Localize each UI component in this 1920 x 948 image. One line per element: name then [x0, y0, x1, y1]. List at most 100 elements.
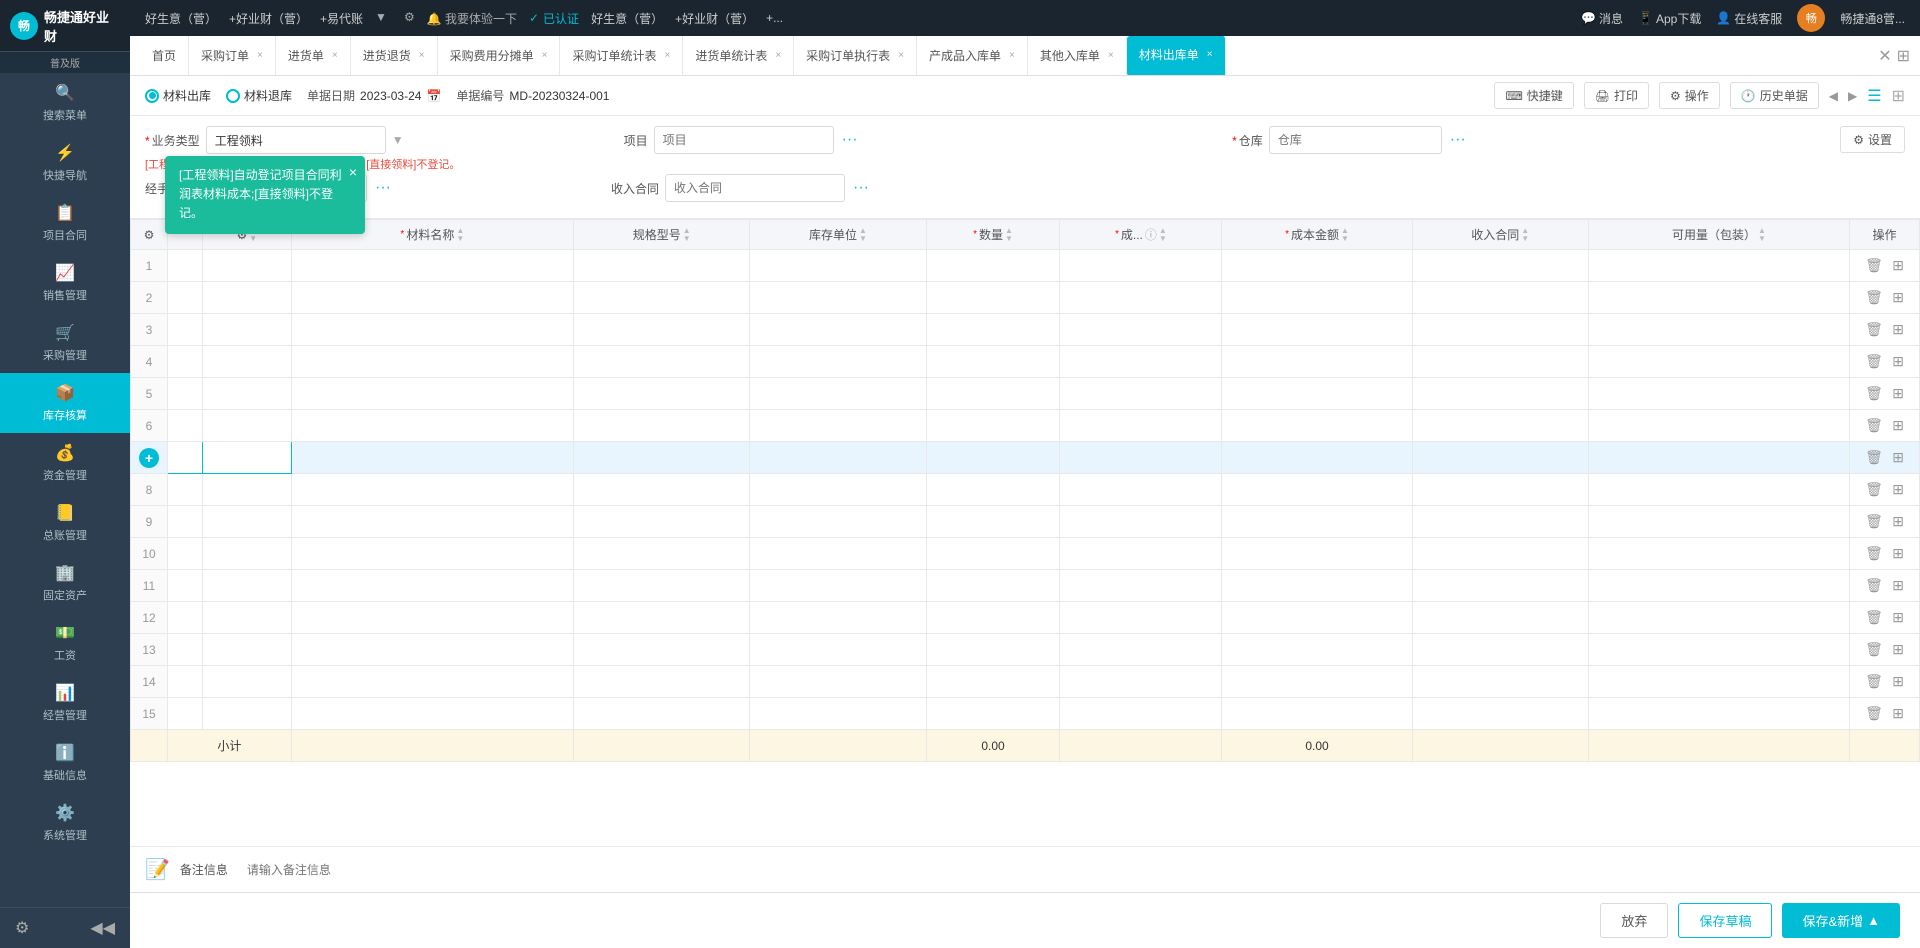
top-nav-right-3[interactable]: +... — [766, 10, 783, 27]
delete-row-btn[interactable]: 🗑 — [1862, 415, 1886, 436]
app-download-link[interactable]: 📱 App下载 — [1638, 10, 1701, 27]
tab-po-exec[interactable]: 采购订单执行表 × — [794, 36, 917, 76]
add-row-btn[interactable]: + — [139, 448, 159, 468]
top-nav-link-3[interactable]: +易代账 — [320, 10, 363, 27]
radio-material-return[interactable]: 材料退库 — [226, 87, 292, 104]
copy-row-btn[interactable]: ⊞ — [1889, 447, 1907, 468]
copy-row-btn[interactable]: ⊞ — [1889, 415, 1907, 436]
copy-row-btn[interactable]: ⊞ — [1889, 671, 1907, 692]
tooltip-close-btn[interactable]: × — [349, 161, 357, 183]
income-contract-search-icon[interactable]: ··· — [853, 179, 869, 197]
sidebar-item-quick-nav[interactable]: ⚡ 快捷导航 — [0, 133, 130, 193]
delete-row-btn[interactable]: 🗑 — [1862, 671, 1886, 692]
delete-row-btn[interactable]: 🗑 — [1862, 639, 1886, 660]
tab-close-po-exec[interactable]: × — [898, 36, 904, 76]
copy-row-btn[interactable]: ⊞ — [1889, 255, 1907, 276]
delete-row-btn[interactable]: 🗑 — [1862, 511, 1886, 532]
tab-product-in[interactable]: 产成品入库单 × — [917, 36, 1028, 76]
nav-next-icon[interactable]: ▶ — [1848, 89, 1857, 103]
tab-home[interactable]: 首页 — [140, 36, 189, 76]
tab-close-purchase-in[interactable]: × — [332, 36, 338, 76]
sidebar-item-basic-info[interactable]: ℹ️ 基础信息 — [0, 733, 130, 793]
top-nav-right-2[interactable]: +好业财（菅） — [675, 10, 754, 27]
sidebar-item-operation[interactable]: 📊 经营管理 — [0, 673, 130, 733]
user-avatar[interactable]: 畅 — [1797, 4, 1825, 32]
delete-row-btn[interactable]: 🗑 — [1862, 543, 1886, 564]
date-value[interactable]: 2023-03-24 — [360, 89, 421, 103]
copy-row-btn[interactable]: ⊞ — [1889, 383, 1907, 404]
dropdown-arrow-icon[interactable]: ▼ — [375, 10, 387, 27]
view-grid-icon[interactable]: ⊞ — [1892, 86, 1905, 106]
calendar-icon[interactable]: 📅 — [426, 89, 441, 103]
tab-close-po[interactable]: × — [257, 36, 263, 76]
tab-po-stat[interactable]: 采购订单统计表 × — [560, 36, 683, 76]
warehouse-input[interactable] — [1269, 126, 1442, 154]
sidebar-item-search[interactable]: 🔍 搜索菜单 — [0, 73, 130, 133]
dropdown-icon[interactable]: ▼ — [392, 133, 404, 147]
discard-button[interactable]: 放弃 — [1600, 903, 1668, 938]
print-btn[interactable]: 🖨 打印 — [1584, 82, 1649, 109]
delete-row-btn[interactable]: 🗑 — [1862, 607, 1886, 628]
tab-close-product-in[interactable]: × — [1009, 36, 1015, 76]
settings-button[interactable]: ⚙ 设置 — [1840, 126, 1905, 153]
copy-row-btn[interactable]: ⊞ — [1889, 319, 1907, 340]
tab-close-material-out[interactable]: × — [1207, 36, 1213, 75]
history-btn[interactable]: 🕐 历史单据 — [1730, 82, 1819, 109]
col-cost-amount[interactable]: * 成本金额 ▲▼ — [1222, 220, 1412, 250]
online-service-link[interactable]: 👤 在线客服 — [1716, 10, 1782, 27]
delete-row-btn[interactable]: 🗑 — [1862, 255, 1886, 276]
top-nav-link-1[interactable]: 好生意（菅） — [145, 10, 217, 27]
col-available[interactable]: 可用量（包装） ▲▼ — [1588, 220, 1849, 250]
copy-row-btn[interactable]: ⊞ — [1889, 639, 1907, 660]
top-nav-right-1[interactable]: 好生意（菅） — [591, 10, 663, 27]
copy-row-btn[interactable]: ⊞ — [1889, 287, 1907, 308]
operation-btn[interactable]: ⚙ 操作 — [1659, 82, 1720, 109]
tab-close-purchase-in-stat[interactable]: × — [775, 36, 781, 76]
tab-purchase-order[interactable]: 采购订单 × — [189, 36, 276, 76]
collapse-icon[interactable]: ◀◀ — [90, 918, 115, 938]
business-type-input[interactable] — [206, 126, 386, 154]
col-cost-price[interactable]: * 成... ⓘ ▲▼ — [1060, 220, 1222, 250]
delete-row-btn[interactable]: 🗑 — [1862, 351, 1886, 372]
save-draft-button[interactable]: 保存草稿 — [1678, 903, 1772, 938]
copy-row-btn[interactable]: ⊞ — [1889, 575, 1907, 596]
sidebar-item-purchase[interactable]: 🛒 采购管理 — [0, 313, 130, 373]
copy-row-btn[interactable]: ⊞ — [1889, 607, 1907, 628]
copy-row-btn[interactable]: ⊞ — [1889, 543, 1907, 564]
delete-row-btn[interactable]: 🗑 — [1862, 575, 1886, 596]
tab-close-purchase-cost[interactable]: × — [542, 36, 548, 76]
col-settings[interactable]: ⚙ — [131, 220, 168, 250]
tab-purchase-return[interactable]: 进货退货 × — [351, 36, 438, 76]
project-search-icon[interactable]: ··· — [842, 131, 858, 149]
tab-purchase-in-stat[interactable]: 进货单统计表 × — [683, 36, 794, 76]
delete-row-btn[interactable]: 🗑 — [1862, 703, 1886, 724]
tab-close-other-in[interactable]: × — [1108, 36, 1114, 76]
sidebar-item-sales[interactable]: 📈 销售管理 — [0, 253, 130, 313]
sidebar-item-salary[interactable]: 💵 工资 — [0, 613, 130, 673]
col-settings-icon[interactable]: ⚙ — [144, 228, 155, 242]
message-link[interactable]: 💬 消息 — [1581, 10, 1623, 27]
copy-row-btn[interactable]: ⊞ — [1889, 703, 1907, 724]
tab-nav-close-icon[interactable]: ✕ — [1878, 46, 1891, 66]
delete-row-btn[interactable]: 🗑 — [1862, 383, 1886, 404]
shortcut-key-btn[interactable]: ⌨ 快捷键 — [1494, 82, 1573, 109]
tab-nav-prev-icon[interactable]: ⊞ — [1897, 46, 1910, 66]
sidebar-item-finance[interactable]: 💰 资金管理 — [0, 433, 130, 493]
project-input[interactable] — [654, 126, 834, 154]
income-contract-input[interactable] — [665, 174, 845, 202]
radio-material-out[interactable]: 材料出库 — [145, 87, 211, 104]
copy-row-btn[interactable]: ⊞ — [1889, 351, 1907, 372]
handler-search-icon[interactable]: ··· — [375, 179, 391, 197]
tab-material-out[interactable]: 材料出库单 × — [1127, 36, 1226, 76]
warehouse-search-icon[interactable]: ··· — [1450, 131, 1466, 149]
sidebar-item-ledger[interactable]: 📒 总账管理 — [0, 493, 130, 553]
sidebar-item-fixed-assets[interactable]: 🏢 固定资产 — [0, 553, 130, 613]
tab-purchase-cost[interactable]: 采购费用分摊单 × — [438, 36, 561, 76]
sidebar-item-system[interactable]: ⚙️ 系统管理 — [0, 793, 130, 853]
col-spec[interactable]: 规格型号 ▲▼ — [574, 220, 750, 250]
settings-gear-icon[interactable]: ⚙ — [404, 10, 415, 27]
delete-row-btn[interactable]: 🗑 — [1862, 319, 1886, 340]
delete-row-btn[interactable]: 🗑 — [1862, 447, 1886, 468]
top-nav-link-2[interactable]: +好业财（菅） — [229, 10, 308, 27]
sidebar-item-project-contract[interactable]: 📋 项目合同 — [0, 193, 130, 253]
